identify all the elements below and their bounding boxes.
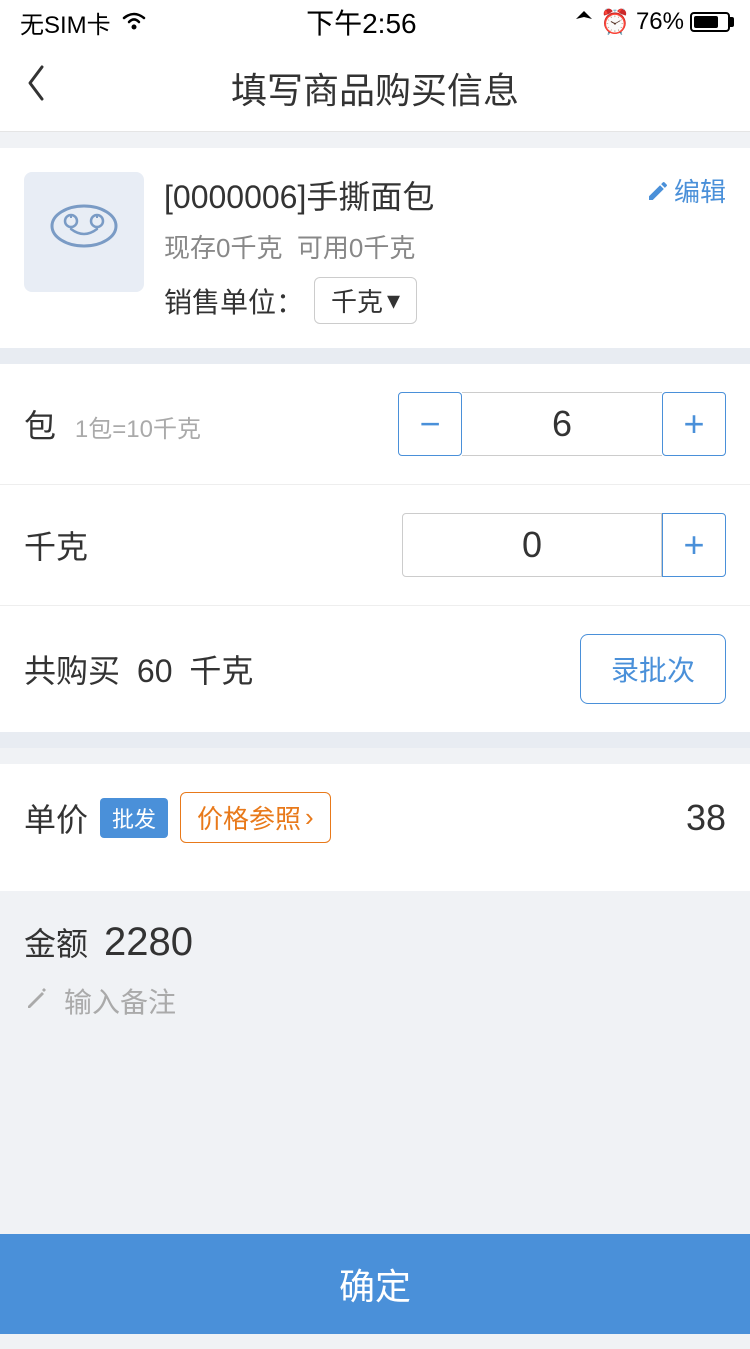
record-batch-button[interactable]: 录批次 [580,634,726,704]
package-quantity-control: − + [398,392,726,456]
edit-button[interactable]: 编辑 [646,172,726,209]
status-bar: 无SIM卡 下午2:56 ⏰ 76% [0,0,750,44]
total-row: 共购买 60 千克 录批次 [0,606,750,732]
package-minus-button[interactable]: − [398,392,462,456]
package-label: 包 1包=10千克 [24,401,398,447]
pencil-icon [24,984,52,1019]
status-time: 下午2:56 [306,2,417,42]
battery-icon [690,12,730,32]
amount-row: 金额 2280 [24,919,726,965]
product-image [24,172,144,292]
product-card: [0000006]手撕面包 现存0千克 可用0千克 销售单位： 千克 ▾ 编辑 [0,148,750,348]
status-left: 无SIM卡 [20,5,149,40]
kg-quantity-control: + [402,513,726,577]
carrier-text: 无SIM卡 [20,5,111,40]
price-row: 单价 批发 价格参照 › 38 [24,792,726,843]
package-plus-button[interactable]: + [662,392,726,456]
amount-section: 金额 2280 输入备注 [0,891,750,1049]
product-info: [0000006]手撕面包 现存0千克 可用0千克 销售单位： 千克 ▾ [164,172,726,324]
unit-select[interactable]: 千克 ▾ [314,277,417,324]
section-divider-1 [0,348,750,364]
product-stock: 现存0千克 可用0千克 [164,228,726,265]
total-text: 共购买 60 千克 [24,646,253,692]
confirm-button[interactable]: 确定 [0,1234,750,1334]
kg-quantity-input[interactable] [402,513,662,577]
kg-label: 千克 [24,522,402,568]
chevron-down-icon: ▾ [387,285,400,316]
page-title: 填写商品购买信息 [231,62,519,114]
back-button[interactable] [24,63,48,112]
location-icon [574,8,594,36]
section-divider-2 [0,732,750,748]
product-name: [0000006]手撕面包 [164,172,726,218]
remark-row[interactable]: 输入备注 [24,981,726,1021]
product-unit: 销售单位： 千克 ▾ [164,277,726,324]
price-tag: 批发 [100,798,168,838]
price-label: 单价 [24,795,88,841]
remark-input[interactable]: 输入备注 [64,981,176,1021]
amount-value: 2280 [104,920,193,965]
price-section: 单价 批发 价格参照 › 38 [0,764,750,891]
amount-label: 金额 [24,919,88,965]
battery-pct: 76% [636,8,684,36]
alarm-icon: ⏰ [600,8,630,37]
product-logo-icon [49,201,119,263]
status-right: ⏰ 76% [574,8,730,37]
price-ref-button[interactable]: 价格参照 › [180,792,331,843]
input-section: 包 1包=10千克 − + 千克 + [0,364,750,606]
price-left: 单价 批发 价格参照 › [24,792,331,843]
price-value: 38 [686,797,726,839]
wifi-icon [119,8,149,37]
nav-bar: 填写商品购买信息 [0,44,750,132]
package-row: 包 1包=10千克 − + [0,364,750,485]
package-quantity-input[interactable] [462,392,662,456]
kg-plus-button[interactable]: + [662,513,726,577]
kg-row: 千克 + [0,485,750,606]
